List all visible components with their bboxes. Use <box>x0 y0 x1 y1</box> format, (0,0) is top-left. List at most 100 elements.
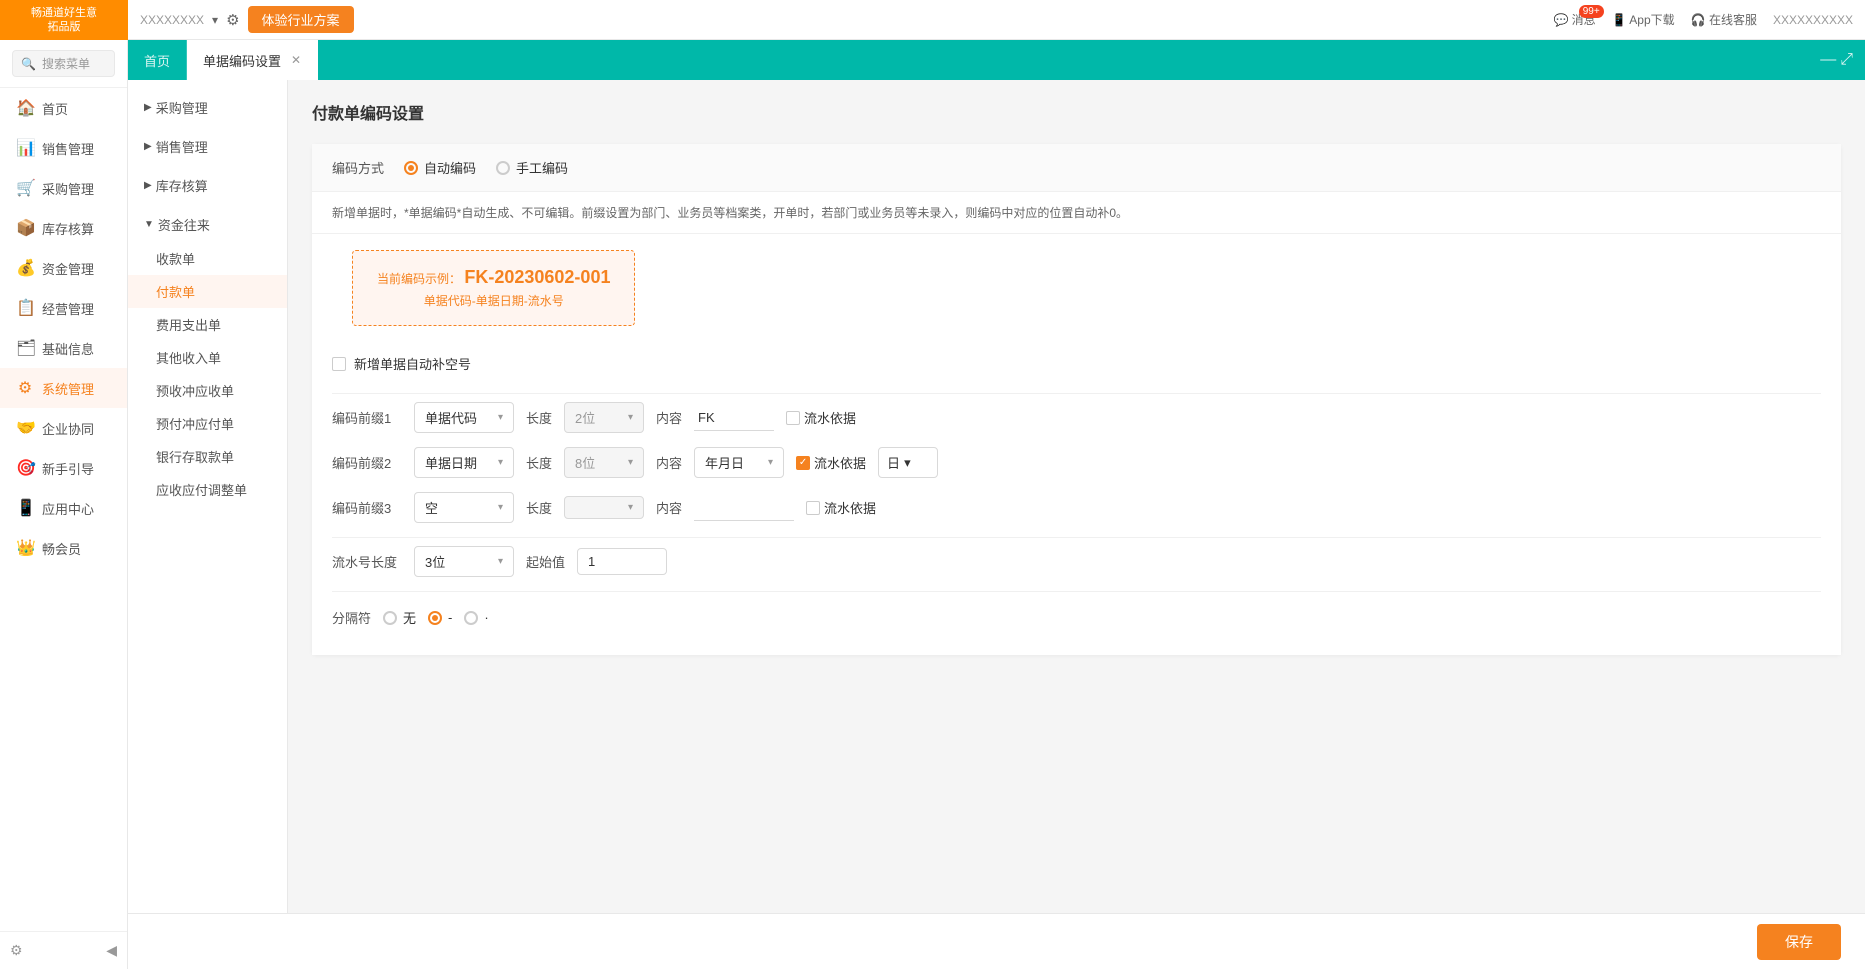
prefix-label-2: 编码前缀2 <box>332 453 402 472</box>
page-title: 付款单编码设置 <box>312 100 1841 124</box>
sidebar-bottom: ⚙ ◀ <box>0 931 127 969</box>
serial-box-3[interactable] <box>806 501 820 515</box>
auto-fill-row: 新增单据自动补空号 <box>332 342 1821 385</box>
tab-encoding-settings[interactable]: 单据编码设置 ✕ <box>187 40 318 80</box>
serial-length-select[interactable]: 3位 ▾ <box>414 546 514 577</box>
sub-item-other-income[interactable]: 其他收入单 <box>128 341 287 374</box>
sidebar-item-finance[interactable]: 💰 资金管理 <box>0 248 127 288</box>
chevron-right-icon-3: ▶ <box>144 180 152 191</box>
auto-encode-radio[interactable] <box>404 161 418 175</box>
sub-item-receipt[interactable]: 收款单 <box>128 242 287 275</box>
sidebar-label-system: 系统管理 <box>42 379 94 398</box>
prefix-label-1: 编码前缀1 <box>332 408 402 427</box>
sidebar-item-basic[interactable]: 🗂 基础信息 <box>0 328 127 368</box>
separator-row: 分隔符 无 - · <box>332 600 1821 635</box>
serial-box-1[interactable] <box>786 411 800 425</box>
settings-icon[interactable]: ⚙ <box>226 11 239 29</box>
serial-length-value: 3位 <box>425 552 445 571</box>
sidebar-settings-btn[interactable]: ⚙ <box>10 942 23 959</box>
sidebar-item-newguide[interactable]: 🎯 新手引导 <box>0 448 127 488</box>
top-bar-left: XXXXXXXX ▾ ⚙ 体验行业方案 <box>140 6 1546 33</box>
sub-group-sales-header[interactable]: ▶ 销售管理 <box>128 129 287 164</box>
tab-home[interactable]: 首页 <box>128 40 187 80</box>
search-label: 搜索菜单 <box>42 55 90 72</box>
serial-checkbox-1[interactable]: 流水依据 <box>786 408 856 427</box>
save-button[interactable]: 保存 <box>1757 924 1841 960</box>
content-input-3[interactable] <box>694 495 794 521</box>
sub-item-bank[interactable]: 银行存取款单 <box>128 440 287 473</box>
length-label-3: 长度 <box>526 498 552 517</box>
message-count-badge: 99+ <box>1579 5 1604 18</box>
encoding-radio-group: 自动编码 手工编码 <box>404 158 568 177</box>
content-area: 付款单编码设置 编码方式 自动编码 手工编码 <box>288 80 1865 969</box>
separator-dash-radio[interactable] <box>428 611 442 625</box>
separator-none-option[interactable]: 无 <box>383 608 416 627</box>
trial-button[interactable]: 体验行业方案 <box>248 6 354 33</box>
enterprise-icon: 🤝 <box>16 418 34 438</box>
search-icon: 🔍 <box>21 57 36 71</box>
serial-label-3: 流水依据 <box>824 498 876 517</box>
separator-dot-option[interactable]: · <box>464 610 488 625</box>
manual-encode-radio[interactable] <box>496 161 510 175</box>
sub-group-capital-header[interactable]: ▼ 资金往来 <box>128 207 287 242</box>
start-value-input[interactable] <box>577 548 667 575</box>
auto-fill-checkbox[interactable] <box>332 357 346 371</box>
sidebar-item-purchase[interactable]: 🛒 采购管理 <box>0 168 127 208</box>
sidebar-item-home[interactable]: 🏠 首页 <box>0 88 127 128</box>
chevron-down-icon-serial: ▾ <box>498 556 503 567</box>
content-select-2[interactable]: 年月日 ▾ <box>694 447 784 478</box>
sub-item-adjustment[interactable]: 应收应付调整单 <box>128 473 287 506</box>
separator-none-radio[interactable] <box>383 611 397 625</box>
chevron-down-icon-length3: ▾ <box>628 502 633 513</box>
sub-item-payment[interactable]: 付款单 <box>128 275 287 308</box>
prefix-select-1[interactable]: 单据代码 ▾ <box>414 402 514 433</box>
prefix-select-3[interactable]: 空 ▾ <box>414 492 514 523</box>
sidebar-item-business[interactable]: 📋 经营管理 <box>0 288 127 328</box>
online-service-btn[interactable]: 🎧 在线客服 <box>1691 11 1757 28</box>
separator-dash-label: - <box>448 610 452 625</box>
tab-home-label: 首页 <box>144 51 170 70</box>
separator-dot-radio[interactable] <box>464 611 478 625</box>
manual-encode-option[interactable]: 手工编码 <box>496 158 568 177</box>
prefix-select-2[interactable]: 单据日期 ▾ <box>414 447 514 478</box>
sub-item-pre-payable[interactable]: 预付冲应付单 <box>128 407 287 440</box>
sub-group-inventory-header[interactable]: ▶ 库存核算 <box>128 168 287 203</box>
sub-group-purchase-header[interactable]: ▶ 采购管理 <box>128 90 287 125</box>
sidebar-item-sales[interactable]: 📊 销售管理 <box>0 128 127 168</box>
settings-content: 新增单据自动补空号 编码前缀1 单据代码 ▾ 长度 2位 ▾ 内容 <box>312 342 1841 655</box>
separator-dash-option[interactable]: - <box>428 610 452 625</box>
message-btn[interactable]: 💬 消息 99+ <box>1554 11 1596 28</box>
tab-minimize-btn[interactable]: — <box>1820 51 1836 69</box>
day-select-2[interactable]: 日 ▾ <box>878 447 938 478</box>
user-name: XXXXXXXXXX <box>1773 13 1853 27</box>
sidebar-item-inventory[interactable]: 📦 库存核算 <box>0 208 127 248</box>
tab-maximize-btn[interactable]: ⤢ <box>1840 51 1853 69</box>
sidebar-item-apps[interactable]: 📱 应用中心 <box>0 488 127 528</box>
serial-checkbox-2[interactable]: ✓ 流水依据 <box>796 453 866 472</box>
sub-item-pre-receivable[interactable]: 预收冲应收单 <box>128 374 287 407</box>
serial-checkbox-3[interactable]: 流水依据 <box>806 498 876 517</box>
content-input-1[interactable] <box>694 405 774 431</box>
prefix-label-3: 编码前缀3 <box>332 498 402 517</box>
sidebar-item-member[interactable]: 👑 畅会员 <box>0 528 127 568</box>
divider-3 <box>332 591 1821 592</box>
sidebar-item-enterprise[interactable]: 🤝 企业协同 <box>0 408 127 448</box>
sidebar-collapse-btn[interactable]: ◀ <box>106 942 117 959</box>
search-menu-btn[interactable]: 🔍 搜索菜单 <box>12 50 115 77</box>
auto-encode-option[interactable]: 自动编码 <box>404 158 476 177</box>
sub-group-capital-label: 资金往来 <box>158 215 210 234</box>
tab-encoding-close-btn[interactable]: ✕ <box>291 53 301 67</box>
sidebar-item-system[interactable]: ⚙ 系统管理 <box>0 368 127 408</box>
length-select-3[interactable]: ▾ <box>564 496 644 519</box>
purchase-icon: 🛒 <box>16 178 34 198</box>
chevron-down-icon-prefix1: ▾ <box>498 412 503 423</box>
length-select-1[interactable]: 2位 ▾ <box>564 402 644 433</box>
sales-icon: 📊 <box>16 138 34 158</box>
length-label-1: 长度 <box>526 408 552 427</box>
sub-group-purchase: ▶ 采购管理 <box>128 90 287 125</box>
serial-box-2[interactable]: ✓ <box>796 456 810 470</box>
sub-item-expense[interactable]: 费用支出单 <box>128 308 287 341</box>
app-download-btn[interactable]: 📱 App下载 <box>1612 11 1675 28</box>
dropdown-btn[interactable]: ▾ <box>212 13 218 27</box>
length-select-2[interactable]: 8位 ▾ <box>564 447 644 478</box>
